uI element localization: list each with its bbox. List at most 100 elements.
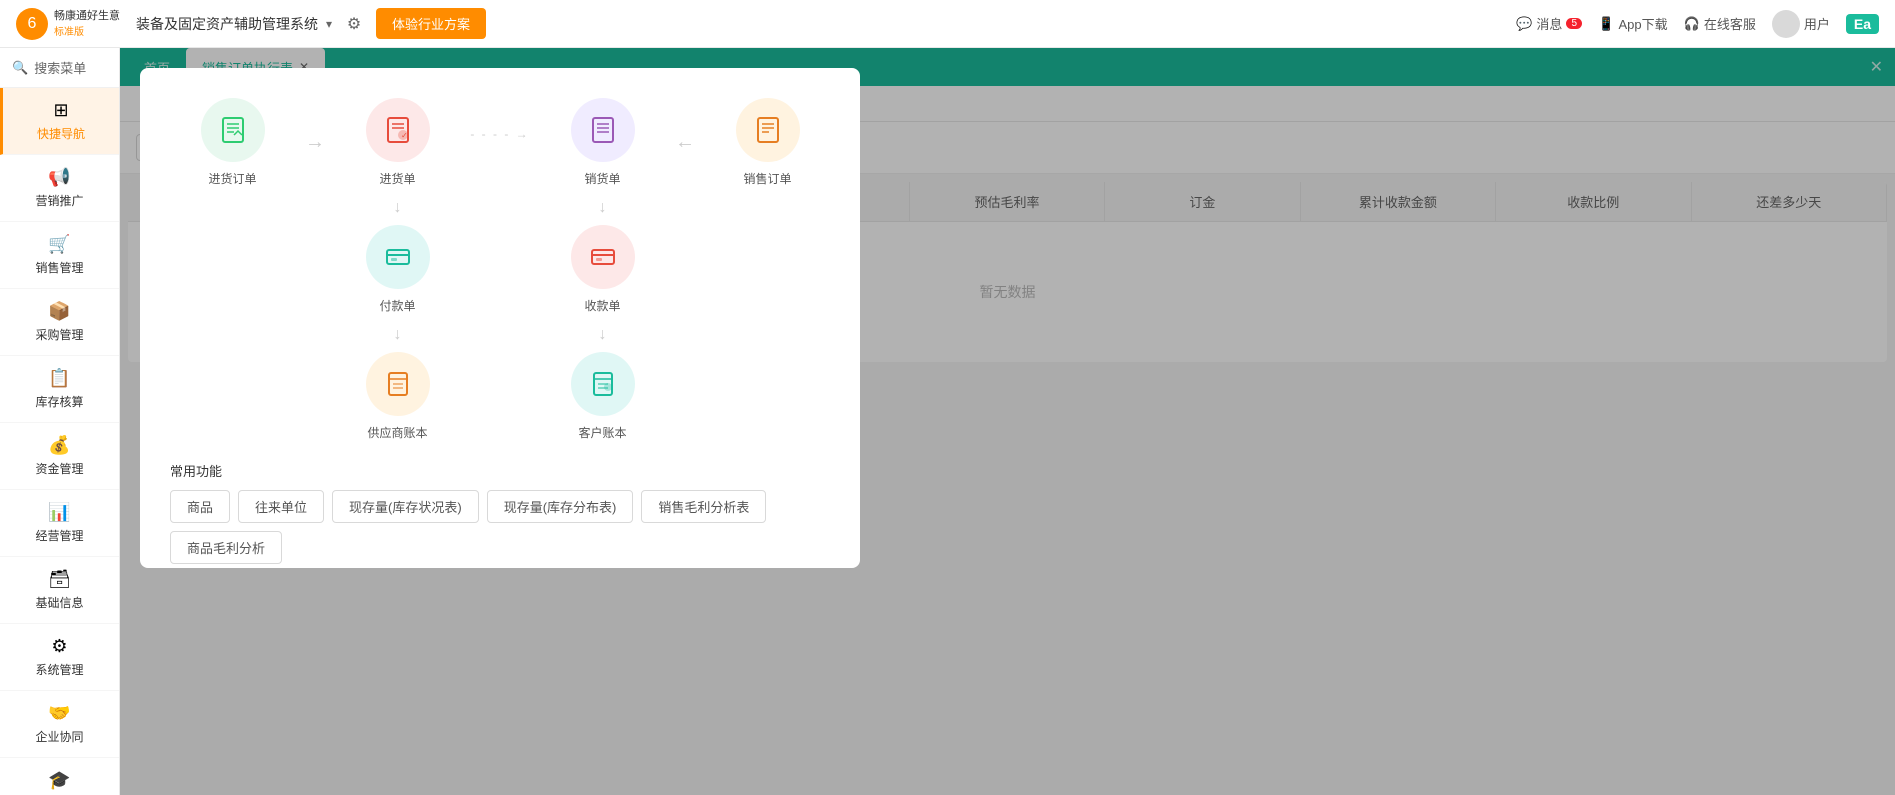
message-label: 消息: [1536, 14, 1562, 33]
message-icon: 💬: [1516, 16, 1532, 32]
sidebar-item-label: 快捷导航: [37, 125, 85, 142]
search-label: 搜索菜单: [34, 58, 86, 77]
sidebar-item-finance[interactable]: 💰 资金管理: [0, 423, 119, 490]
sidebar: 🔍 搜索菜单 ⊞ 快捷导航 📢 营销推广 🛒 销售管理 📦 采购管理 📋 库存核…: [0, 48, 120, 795]
modal: 进货订单 → ✓ 进货单 - - - - →: [140, 68, 860, 568]
top-bar: 6 畅康通好生意 标准版 装备及固定资产辅助管理系统 ▾ ⚙ 体验行业方案 💬 …: [0, 0, 1895, 48]
func-btn-product-gross[interactable]: 商品毛利分析: [170, 531, 282, 564]
user-item[interactable]: 用户: [1772, 10, 1830, 38]
inventory-icon: 📋: [48, 368, 70, 389]
quick-nav-icon: ⊞: [53, 100, 68, 121]
purchase-bill-circle: ✓: [366, 98, 430, 162]
purchase-bill-label: 进货单: [379, 170, 415, 187]
operations-icon: 📊: [48, 502, 70, 523]
func-btns-row1: 商品 往来单位 现存量(库存状况表) 现存量(库存分布表) 销售毛利分析表 商品…: [170, 490, 830, 564]
func-btn-sales-gross[interactable]: 销售毛利分析表: [641, 490, 766, 523]
sidebar-item-label: 资金管理: [35, 460, 83, 477]
purchase-order-label: 进货订单: [208, 170, 256, 187]
app-download-label: App下载: [1619, 14, 1668, 33]
sidebar-item-operations[interactable]: 📊 经营管理: [0, 490, 119, 557]
system-dropdown-button[interactable]: ▾: [326, 17, 332, 31]
flow-node-purchase-order[interactable]: 进货订单: [170, 98, 295, 187]
sidebar-item-purchase[interactable]: 📦 采购管理: [0, 289, 119, 356]
logo-area: 6 畅康通好生意 标准版: [16, 8, 136, 40]
sidebar-item-label: 经营管理: [35, 527, 83, 544]
sidebar-search[interactable]: 🔍 搜索菜单: [0, 48, 119, 88]
receipt-circle: [571, 225, 635, 289]
content-area: 首页 销售订单执行表 ✕ ✕ ❓ 帮助 🖨 按模板打印 ▾: [120, 48, 1895, 795]
flow-node-purchase-bill[interactable]: ✓ 进货单: [335, 98, 460, 187]
sidebar-item-inventory[interactable]: 📋 库存核算: [0, 356, 119, 423]
online-service-item[interactable]: 🎧 在线客服: [1684, 14, 1756, 33]
ea-badge: Ea: [1846, 14, 1879, 34]
flow-node-supplier-ledger[interactable]: 供应商账本: [335, 352, 460, 441]
online-service-label: 在线客服: [1704, 14, 1756, 33]
logo-icon: 6: [16, 8, 48, 40]
svg-text:✓: ✓: [401, 131, 408, 140]
sidebar-item-label: 库存核算: [35, 393, 83, 410]
down-arrow-sales: ↓: [540, 195, 665, 221]
sidebar-item-sales[interactable]: 🛒 销售管理: [0, 222, 119, 289]
func-btn-inventory-status[interactable]: 现存量(库存状况表): [332, 490, 479, 523]
purchase-icon: 📦: [48, 301, 70, 322]
payment-label: 付款单: [379, 297, 415, 314]
common-funcs-section: 常用功能 商品 往来单位 现存量(库存状况表) 现存量(库存分布表) 销售毛利分…: [170, 461, 830, 568]
flow-node-sales-bill[interactable]: 销货单: [540, 98, 665, 187]
customer-ledger-label: 客户账本: [578, 424, 626, 441]
logo-sub: 标准版: [54, 23, 120, 38]
finance-icon: 💰: [48, 435, 70, 456]
sales-order-label: 销售订单: [743, 170, 791, 187]
sidebar-item-label: 基础信息: [35, 594, 83, 611]
flow-node-customer-ledger[interactable]: 客户账本: [540, 352, 665, 441]
flow-node-receipt[interactable]: 收款单: [540, 225, 665, 314]
system-title-area: 装备及固定资产辅助管理系统 ▾ ⚙ 体验行业方案: [136, 8, 1516, 39]
system-title: 装备及固定资产辅助管理系统: [136, 14, 318, 34]
arrow-1: →: [295, 131, 335, 154]
app-download-icon: 📱: [1598, 16, 1614, 32]
top-bar-right: 💬 消息 5 📱 App下载 🎧 在线客服 用户 Ea: [1516, 10, 1879, 38]
flow-node-sales-order[interactable]: 销售订单: [705, 98, 830, 187]
sidebar-item-label: 企业协同: [35, 728, 83, 745]
sidebar-item-quick-nav[interactable]: ⊞ 快捷导航: [0, 88, 119, 155]
online-service-icon: 🎧: [1684, 16, 1700, 32]
marketing-icon: 📢: [48, 167, 70, 188]
cooperation-icon: 🤝: [48, 703, 70, 724]
flow-node-payment[interactable]: 付款单: [335, 225, 460, 314]
sales-order-circle: [736, 98, 800, 162]
sidebar-item-cooperation[interactable]: 🤝 企业协同: [0, 691, 119, 758]
func-btn-product[interactable]: 商品: [170, 490, 230, 523]
sidebar-item-label: 采购管理: [35, 326, 83, 343]
sidebar-item-basic-info[interactable]: 🗃 基础信息: [0, 557, 119, 624]
modal-overlay[interactable]: 进货订单 → ✓ 进货单 - - - - →: [120, 48, 1895, 795]
app-download-item[interactable]: 📱 App下载: [1598, 14, 1667, 33]
search-icon: 🔍: [12, 60, 28, 76]
common-funcs-title: 常用功能: [170, 461, 830, 480]
sidebar-item-guide[interactable]: 🎓 新手引导: [0, 758, 119, 795]
sidebar-item-label: 系统管理: [35, 661, 83, 678]
sidebar-item-system[interactable]: ⚙ 系统管理: [0, 624, 119, 691]
basic-info-icon: 🗃: [48, 569, 71, 590]
user-label: 用户: [1804, 14, 1830, 33]
arrow-2: ←: [665, 131, 705, 154]
purchase-order-circle: [201, 98, 265, 162]
down-arrow-receipt: ↓: [540, 322, 665, 348]
sidebar-item-label: 营销推广: [35, 192, 83, 209]
system-icon: ⚙: [51, 636, 67, 657]
sales-bill-label: 销货单: [584, 170, 620, 187]
func-btn-inventory-dist[interactable]: 现存量(库存分布表): [487, 490, 634, 523]
down-arrow-payment: ↓: [335, 322, 460, 348]
supplier-ledger-label: 供应商账本: [367, 424, 427, 441]
payment-circle: [366, 225, 430, 289]
sales-bill-circle: [571, 98, 635, 162]
experience-button[interactable]: 体验行业方案: [376, 8, 486, 39]
logo-text: 畅康通好生意: [54, 9, 120, 23]
receipt-label: 收款单: [584, 297, 620, 314]
sidebar-item-label: 销售管理: [35, 259, 83, 276]
message-item[interactable]: 💬 消息 5: [1516, 14, 1582, 33]
sidebar-item-marketing[interactable]: 📢 营销推广: [0, 155, 119, 222]
guide-icon: 🎓: [48, 770, 70, 791]
func-btn-partners[interactable]: 往来单位: [238, 490, 324, 523]
settings-button[interactable]: ⚙: [340, 10, 368, 38]
down-arrow-purchase: ↓: [335, 195, 460, 221]
main-layout: 🔍 搜索菜单 ⊞ 快捷导航 📢 营销推广 🛒 销售管理 📦 采购管理 📋 库存核…: [0, 48, 1895, 795]
